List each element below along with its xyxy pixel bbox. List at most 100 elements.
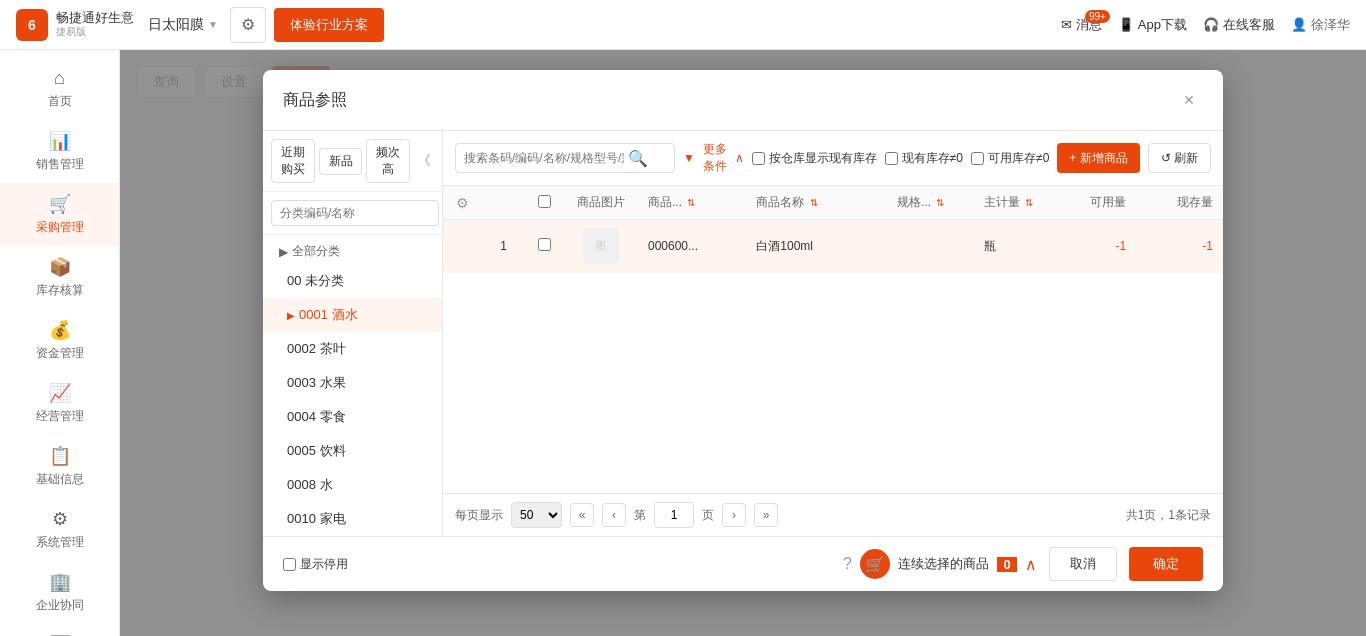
- cart-count: 0: [997, 557, 1017, 572]
- tab-frequent[interactable]: 频次高: [366, 139, 410, 183]
- modal-header: 商品参照 ×: [263, 70, 1223, 131]
- modal-footer: 显示停用 ? 🛒 连续选择的商品 0 ∧ 取消 确定: [263, 536, 1223, 591]
- sort-code-icon: ⇅: [687, 197, 695, 208]
- col-checkbox-header: [525, 186, 564, 220]
- modal-title: 商品参照: [283, 90, 347, 111]
- sidebar-item-home[interactable]: ⌂ 首页: [0, 58, 119, 120]
- help-icon[interactable]: ?: [843, 555, 852, 573]
- cat-label-c0004: 0004 零食: [287, 408, 346, 426]
- sidebar-item-basics[interactable]: 📋 基础信息: [0, 435, 119, 498]
- message-badge: 99+: [1085, 10, 1110, 23]
- sidebar-item-enterprise[interactable]: 🏢 企业协同: [0, 561, 119, 624]
- settings-icon[interactable]: ⚙: [230, 7, 266, 43]
- sidebar: ⌂ 首页 📊 销售管理 🛒 采购管理 📦 库存核算 💰 资金管理 📈 经营管理 …: [0, 50, 120, 636]
- experience-button[interactable]: 体验行业方案: [274, 8, 384, 42]
- sidebar-item-sales[interactable]: 📊 销售管理: [0, 120, 119, 183]
- nav-right: ✉ 消息 99+ 📱 App下载 🎧 在线客服 👤 徐泽华: [1061, 16, 1350, 34]
- checkbox-warehouse-stock[interactable]: 按仓库显示现有库存: [752, 150, 877, 167]
- cat-label-c0001: 0001 酒水: [299, 306, 358, 324]
- sales-icon: 📊: [49, 130, 71, 152]
- product-search-input[interactable]: [464, 151, 624, 165]
- logo-icon: 6: [16, 9, 48, 41]
- filter-label: 更多条件: [699, 141, 731, 175]
- show-disabled-checkbox[interactable]: 显示停用: [283, 556, 348, 573]
- col-spec-header[interactable]: 规格... ⇅: [887, 186, 974, 220]
- sidebar-item-guide[interactable]: 🆕 新手引导: [0, 624, 119, 636]
- sidebar-label-operations: 经营管理: [36, 408, 84, 425]
- service-label: 在线客服: [1223, 16, 1275, 34]
- sidebar-item-finance[interactable]: 💰 资金管理: [0, 309, 119, 372]
- checkbox-warehouse-input[interactable]: [752, 152, 765, 165]
- sort-unit-icon: ⇅: [1025, 197, 1033, 208]
- prev-page-button[interactable]: ‹: [602, 503, 626, 527]
- checkbox-current-stock[interactable]: 现有库存≠0: [885, 150, 963, 167]
- col-unit-header[interactable]: 主计量 ⇅: [974, 186, 1050, 220]
- cat-label-c0003: 0003 水果: [287, 374, 346, 392]
- modal-body: 近期购买 新品 频次高 《 🔍 ▶: [263, 131, 1223, 536]
- cancel-button[interactable]: 取消: [1049, 547, 1117, 581]
- sidebar-item-operations[interactable]: 📈 经营管理: [0, 372, 119, 435]
- sidebar-label-home: 首页: [48, 93, 72, 110]
- category-item-c00[interactable]: 00 未分类: [263, 264, 442, 298]
- filter-button[interactable]: ▼ 更多条件 ∧: [683, 141, 744, 175]
- refresh-button[interactable]: ↺ 刷新: [1148, 143, 1211, 173]
- category-item-c0004[interactable]: 0004 零食: [263, 400, 442, 434]
- filter-icon: ▼: [683, 151, 695, 165]
- tab-recent[interactable]: 近期购买: [271, 139, 315, 183]
- message-button[interactable]: ✉ 消息 99+: [1061, 16, 1102, 34]
- col-code-header[interactable]: 商品... ⇅: [638, 186, 746, 220]
- category-item-c0005[interactable]: 0005 饮料: [263, 434, 442, 468]
- page-label: 第: [634, 507, 646, 524]
- checkbox-available-input[interactable]: [971, 152, 984, 165]
- table-row[interactable]: 1 图 000600... 白酒100ml 瓶 -1 -1: [443, 220, 1223, 273]
- row-name: 白酒100ml: [746, 220, 887, 273]
- tab-new[interactable]: 新品: [319, 148, 363, 175]
- column-settings-button[interactable]: ⚙: [456, 195, 469, 211]
- category-item-c0003[interactable]: 0003 水果: [263, 366, 442, 400]
- add-product-button[interactable]: + 新增商品: [1057, 143, 1139, 173]
- filter-arrow-icon: ∧: [735, 151, 744, 165]
- row-checkbox-cell[interactable]: [525, 220, 564, 273]
- all-categories-header[interactable]: ▶ 全部分类: [263, 235, 442, 264]
- confirm-button[interactable]: 确定: [1129, 547, 1203, 581]
- system-icon: ⚙: [52, 508, 68, 530]
- app-download-button[interactable]: 📱 App下载: [1118, 16, 1187, 34]
- cart-button[interactable]: 🛒: [860, 549, 890, 579]
- checkbox-current-input[interactable]: [885, 152, 898, 165]
- show-disabled-input[interactable]: [283, 558, 296, 571]
- first-page-button[interactable]: «: [570, 503, 594, 527]
- show-disabled-label: 显示停用: [300, 556, 348, 573]
- row-img-cell: 图: [564, 220, 638, 273]
- collapse-button[interactable]: 《: [414, 151, 434, 171]
- sidebar-item-system[interactable]: ⚙ 系统管理: [0, 498, 119, 561]
- user-avatar[interactable]: 👤 徐泽华: [1291, 16, 1350, 34]
- sidebar-item-purchase[interactable]: 🛒 采购管理: [0, 183, 119, 246]
- select-all-checkbox[interactable]: [538, 195, 551, 208]
- sidebar-label-purchase: 采购管理: [36, 219, 84, 236]
- product-reference-modal: 商品参照 × 近期购买 新品 频次高 《: [263, 70, 1223, 591]
- per-page-label: 每页显示: [455, 507, 503, 524]
- table-header-row: ⚙ 商品图片 商品... ⇅: [443, 186, 1223, 220]
- row-checkbox[interactable]: [538, 238, 551, 251]
- sidebar-item-inventory[interactable]: 📦 库存核算: [0, 246, 119, 309]
- product-search-bar[interactable]: 🔍: [455, 143, 675, 173]
- cat-arrow-c0001: ▶: [287, 310, 295, 321]
- category-item-c0010[interactable]: 0010 家电: [263, 502, 442, 536]
- category-search-input[interactable]: [271, 200, 439, 226]
- content-area: 查询 设置 刷新 商品参照 × 近期购买: [120, 50, 1366, 636]
- page-number-input[interactable]: [654, 502, 694, 528]
- checkbox-available-stock[interactable]: 可用库存≠0: [971, 150, 1049, 167]
- category-item-c0008[interactable]: 0008 水: [263, 468, 442, 502]
- online-service-button[interactable]: 🎧 在线客服: [1203, 16, 1275, 34]
- cat-label-c0008: 0008 水: [287, 476, 333, 494]
- cart-collapse-icon[interactable]: ∧: [1025, 555, 1037, 574]
- next-page-button[interactable]: ›: [722, 503, 746, 527]
- category-item-c0002[interactable]: 0002 茶叶: [263, 332, 442, 366]
- user-icon: 👤: [1291, 17, 1307, 32]
- category-item-c0001[interactable]: ▶ 0001 酒水: [263, 298, 442, 332]
- last-page-button[interactable]: »: [754, 503, 778, 527]
- modal-close-button[interactable]: ×: [1175, 86, 1203, 114]
- col-name-header[interactable]: 商品名称 ⇅: [746, 186, 887, 220]
- per-page-select[interactable]: 10 20 50 100: [511, 502, 562, 528]
- store-selector[interactable]: 日太阳膜 ▼: [136, 0, 230, 50]
